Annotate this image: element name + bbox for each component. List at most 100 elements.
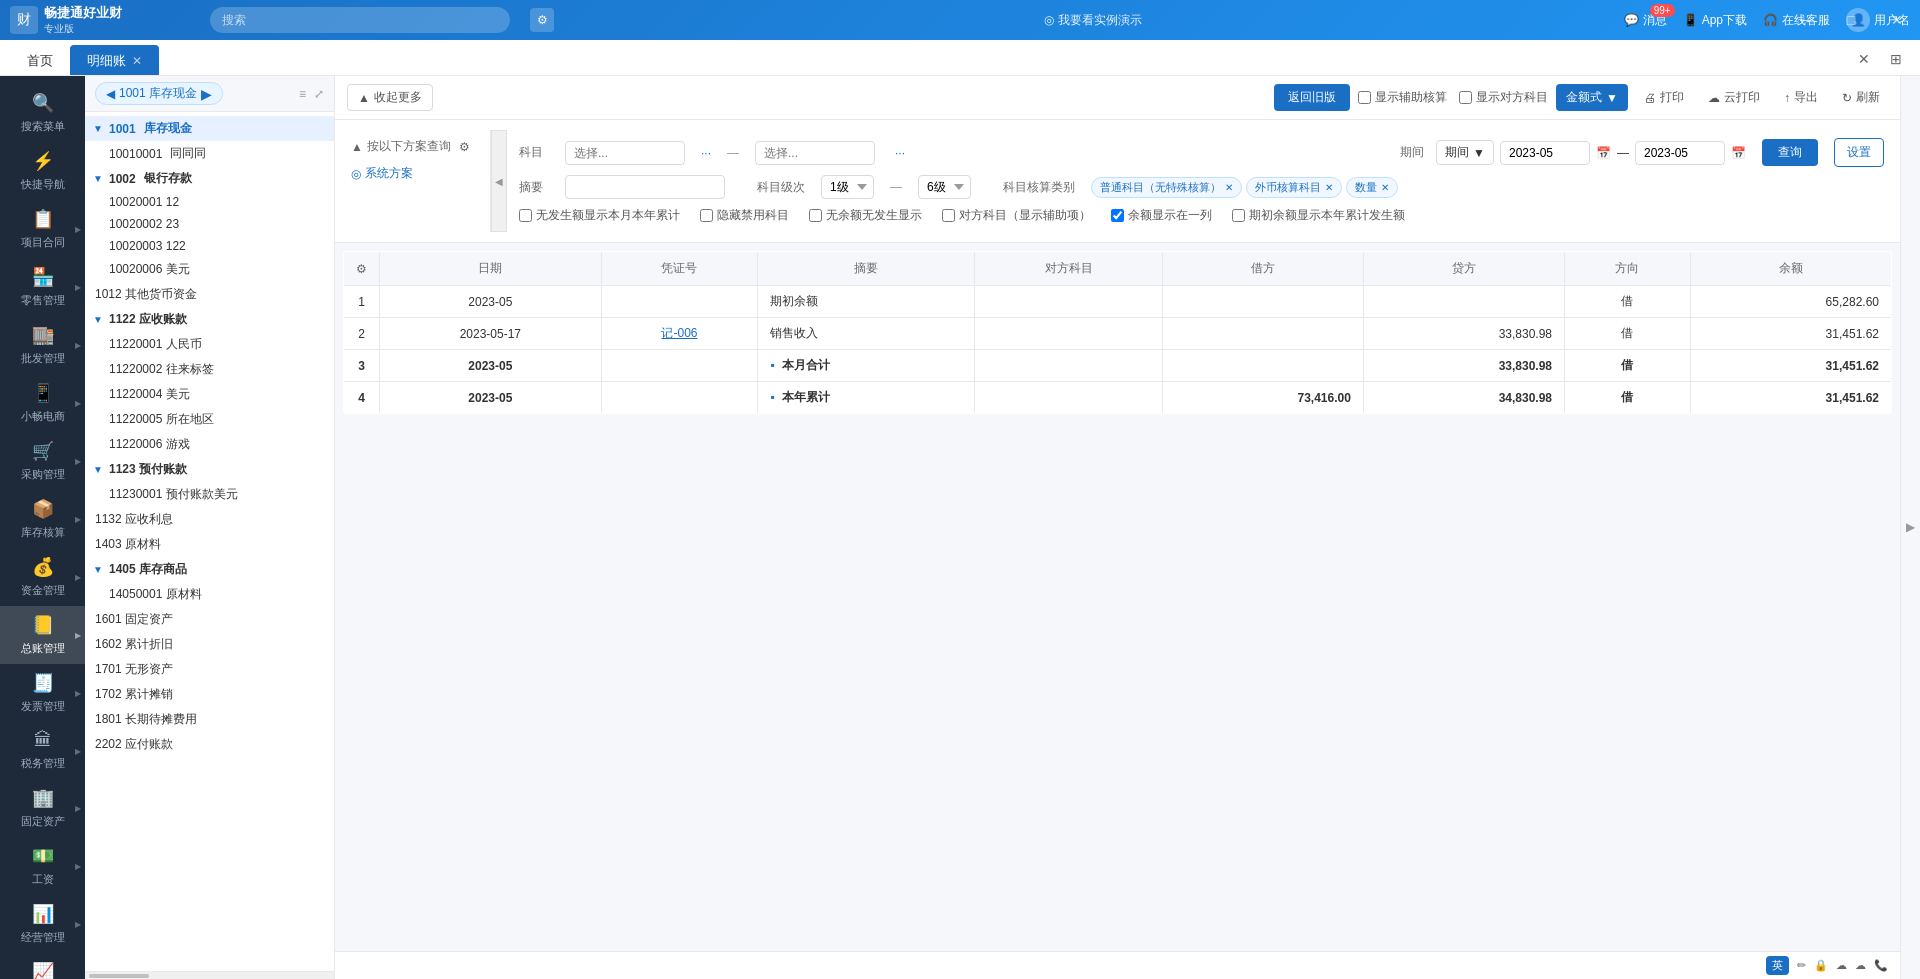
subject-right-input[interactable]: [755, 141, 875, 165]
cb-no-occur-input[interactable]: [519, 209, 532, 222]
win-close-btn[interactable]: ✕: [1874, 0, 1920, 40]
tree-item-1001[interactable]: ▼ 1001 库存现金: [85, 116, 334, 141]
scheme-gear-icon[interactable]: ⚙: [459, 140, 470, 154]
show-assist-checkbox[interactable]: 显示辅助核算: [1358, 89, 1447, 106]
settings-icon[interactable]: ⚙: [530, 8, 554, 32]
tree-item-11220004[interactable]: 11220004 美元: [85, 382, 334, 407]
tree-expand-icon[interactable]: ⤢: [314, 87, 324, 101]
tree-item-10010001[interactable]: 10010001 同同同: [85, 141, 334, 166]
return-old-btn[interactable]: 返回旧版: [1274, 84, 1350, 111]
cb-show-contra-input[interactable]: [942, 209, 955, 222]
category-tag-1[interactable]: 外币核算科目 ✕: [1246, 177, 1342, 198]
tree-item-1702[interactable]: 1702 累计摊销: [85, 682, 334, 707]
tree-item-10020002[interactable]: 10020002 23: [85, 213, 334, 235]
cloud-print-btn[interactable]: ☁ 云打印: [1700, 85, 1768, 110]
win-maximize-btn[interactable]: □: [1828, 0, 1874, 40]
sidebar-item-capital[interactable]: 💰 资金管理: [0, 548, 85, 606]
tree-item-1405[interactable]: ▼ 1405 库存商品: [85, 557, 334, 582]
period-end-input[interactable]: [1635, 141, 1725, 165]
status-icon-cloud2[interactable]: ☁: [1855, 959, 1866, 972]
query-btn[interactable]: 查询: [1762, 139, 1818, 166]
settings-btn[interactable]: 设置: [1834, 138, 1884, 167]
tree-item-11220002[interactable]: 11220002 往来标签: [85, 357, 334, 382]
tree-item-10020003[interactable]: 10020003 122: [85, 235, 334, 257]
lang-btn[interactable]: 英: [1766, 956, 1789, 975]
tree-item-1122[interactable]: ▼ 1122 应收账款: [85, 307, 334, 332]
expand-more-btn[interactable]: ▲ 收起更多: [347, 84, 433, 111]
tree-item-1012[interactable]: 1012 其他货币资金: [85, 282, 334, 307]
tree-item-1123[interactable]: ▼ 1123 预付账款: [85, 457, 334, 482]
tree-item-1701[interactable]: 1701 无形资产: [85, 657, 334, 682]
status-icon-edit[interactable]: ✏: [1797, 959, 1806, 972]
category-tag-2[interactable]: 数量 ✕: [1346, 177, 1398, 198]
cb-no-occur[interactable]: 无发生额显示本月本年累计: [519, 207, 680, 224]
refresh-btn[interactable]: ↻ 刷新: [1834, 85, 1888, 110]
tree-list-icon[interactable]: ≡: [299, 87, 306, 101]
period-end-cal-icon[interactable]: 📅: [1731, 146, 1746, 160]
summary-input[interactable]: [565, 175, 725, 199]
system-scheme-btn[interactable]: ◎ 系统方案: [351, 161, 482, 186]
category-tag-1-close[interactable]: ✕: [1325, 182, 1333, 193]
cb-begin-year-input[interactable]: [1232, 209, 1245, 222]
sidebar-item-salary[interactable]: 💵 工资: [0, 837, 85, 895]
export-btn[interactable]: ↑ 导出: [1776, 85, 1826, 110]
category-tag-0-close[interactable]: ✕: [1225, 182, 1233, 193]
demo-link[interactable]: ◎ 我要看实例演示: [1044, 12, 1142, 29]
period-start-cal-icon[interactable]: 📅: [1596, 146, 1611, 160]
right-collapse-panel[interactable]: ▶: [1900, 76, 1920, 979]
tree-header-tag[interactable]: ◀ 1001 库存现金 ▶: [95, 82, 223, 105]
tree-item-11230001[interactable]: 11230001 预付账款美元: [85, 482, 334, 507]
cb-begin-year[interactable]: 期初余额显示本年累计发生额: [1232, 207, 1405, 224]
tab-home[interactable]: 首页: [10, 45, 70, 75]
message-btn[interactable]: 💬 消息 99+: [1624, 12, 1667, 29]
tree-item-11220001[interactable]: 11220001 人民币: [85, 332, 334, 357]
col-gear-icon[interactable]: ⚙: [356, 262, 367, 276]
tree-item-1132[interactable]: 1132 应收利息: [85, 507, 334, 532]
sidebar-item-ledger[interactable]: 📒 总账管理: [0, 606, 85, 664]
row2-voucher-link[interactable]: 记-006: [661, 326, 697, 340]
sidebar-item-tax[interactable]: 🏛 税务管理: [0, 722, 85, 779]
subject-right-more-btn[interactable]: ···: [895, 146, 905, 160]
sidebar-item-project-contract[interactable]: 📋 项目合同: [0, 200, 85, 258]
tree-item-11220006[interactable]: 11220006 游戏: [85, 432, 334, 457]
tree-scrollbar[interactable]: [85, 971, 334, 979]
sidebar-item-invoice[interactable]: 🧾 发票管理: [0, 664, 85, 722]
sidebar-item-report[interactable]: 📈 小畅报销: [0, 953, 85, 979]
sidebar-item-fixed-assets[interactable]: 🏢 固定资产: [0, 779, 85, 837]
tree-item-1002[interactable]: ▼ 1002 银行存款: [85, 166, 334, 191]
win-minimize-btn[interactable]: ─: [1782, 0, 1828, 40]
subject-more-btn[interactable]: ···: [701, 146, 711, 160]
cb-show-contra[interactable]: 对方科目（显示辅助项）: [942, 207, 1091, 224]
category-tag-0[interactable]: 普通科目（无特殊核算） ✕: [1091, 177, 1242, 198]
show-assist-input[interactable]: [1358, 91, 1371, 104]
cb-no-balance[interactable]: 无余额无发生显示: [809, 207, 922, 224]
tab-detail-close[interactable]: ✕: [132, 54, 142, 68]
cb-hide-disabled-input[interactable]: [700, 209, 713, 222]
show-contra-input[interactable]: [1459, 91, 1472, 104]
header-search-input[interactable]: [210, 7, 510, 33]
category-tag-2-close[interactable]: ✕: [1381, 182, 1389, 193]
period-mode-select[interactable]: 期间 ▼: [1436, 140, 1494, 165]
sidebar-item-management[interactable]: 📊 经营管理: [0, 895, 85, 953]
cb-balance-one-col-input[interactable]: [1111, 209, 1124, 222]
filter-collapse-btn[interactable]: ◀: [491, 130, 507, 232]
status-icon-cloud1[interactable]: ☁: [1836, 959, 1847, 972]
sidebar-item-quick-nav[interactable]: ⚡ 快捷导航: [0, 142, 85, 200]
tree-item-11220005[interactable]: 11220005 所在地区: [85, 407, 334, 432]
show-contra-checkbox[interactable]: 显示对方科目: [1459, 89, 1548, 106]
scheme-toggle[interactable]: ▲ 按以下方案查询 ⚙: [351, 138, 482, 155]
tree-item-1601[interactable]: 1601 固定资产: [85, 607, 334, 632]
tree-item-1801[interactable]: 1801 长期待摊费用: [85, 707, 334, 732]
sidebar-item-inventory[interactable]: 📦 库存核算: [0, 490, 85, 548]
tab-detail[interactable]: 明细账 ✕: [70, 45, 159, 75]
app-download-btn[interactable]: 📱 App下载: [1683, 12, 1747, 29]
amount-mode-btn[interactable]: 金额式 ▼: [1556, 84, 1628, 111]
tree-item-10020006[interactable]: 10020006 美元: [85, 257, 334, 282]
tree-item-1602[interactable]: 1602 累计折旧: [85, 632, 334, 657]
sidebar-item-mini-ecom[interactable]: 📱 小畅电商: [0, 374, 85, 432]
status-icon-lock[interactable]: 🔒: [1814, 959, 1828, 972]
cb-hide-disabled[interactable]: 隐藏禁用科目: [700, 207, 789, 224]
print-btn[interactable]: 🖨 打印: [1636, 85, 1692, 110]
tree-item-10020001[interactable]: 10020001 12: [85, 191, 334, 213]
sidebar-item-retail[interactable]: 🏪 零售管理: [0, 258, 85, 316]
